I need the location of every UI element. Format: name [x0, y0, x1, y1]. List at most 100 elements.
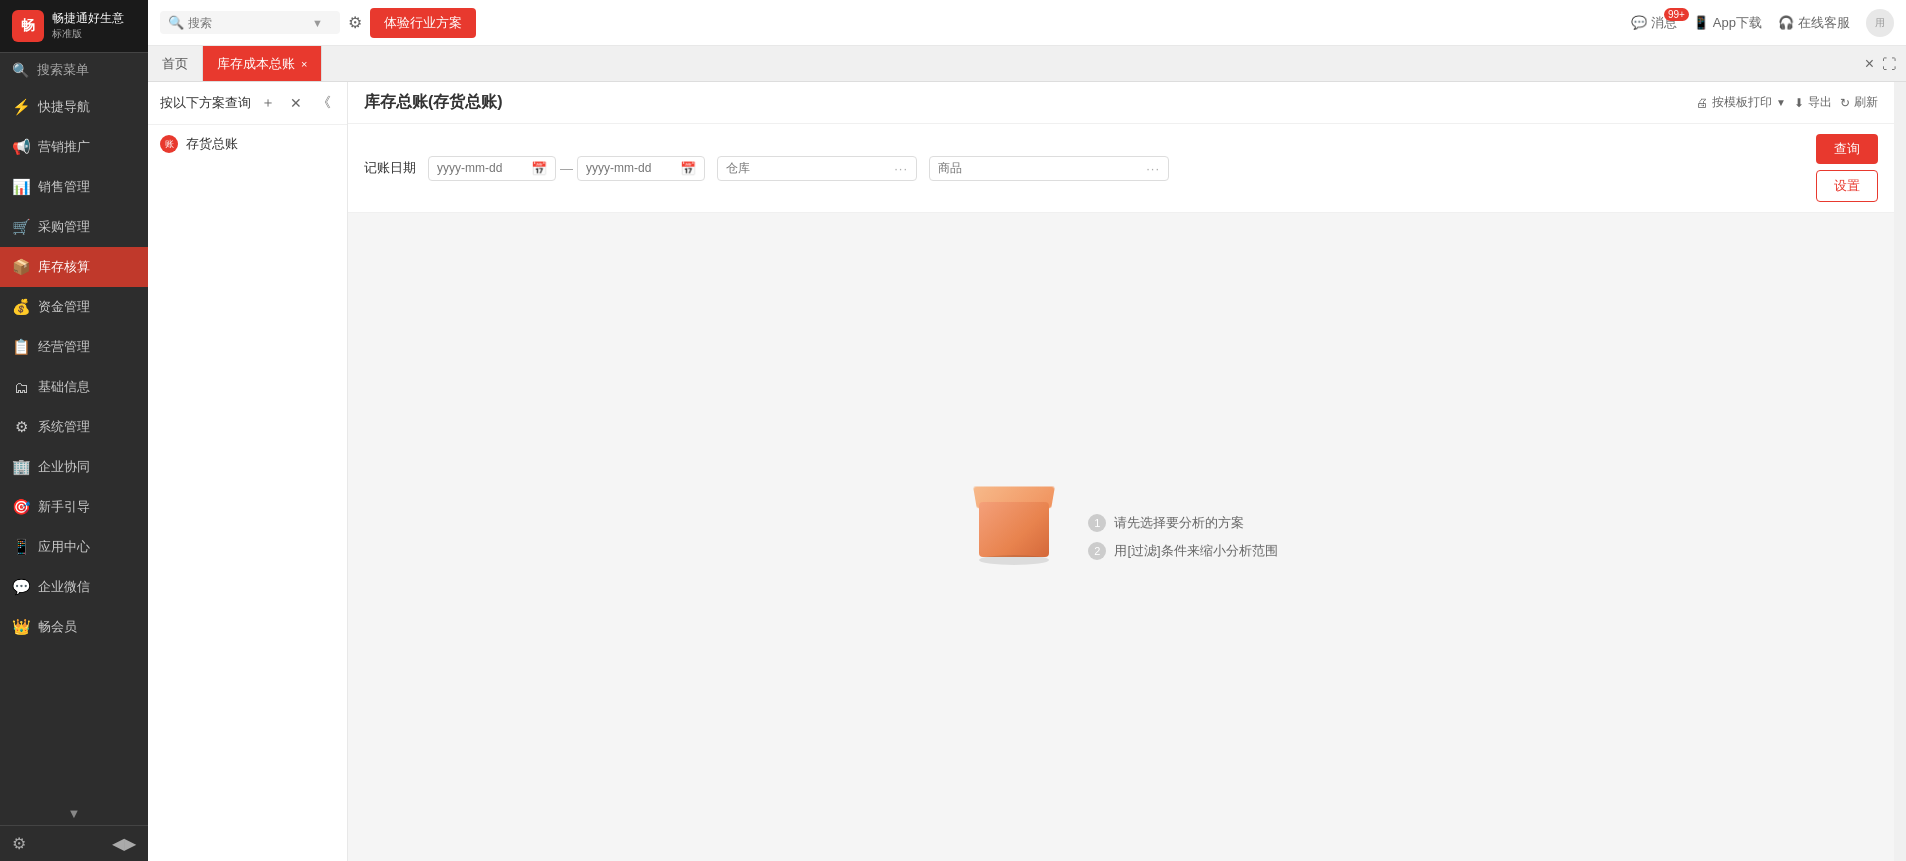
filter-item-inventory-ledger[interactable]: 账 存货总账 [148, 125, 347, 163]
industry-solution-button[interactable]: 体验行业方案 [370, 8, 476, 38]
topbar-search-input[interactable] [188, 16, 308, 30]
tab-controls: × ⛶ [1855, 46, 1906, 81]
warehouse-input[interactable] [726, 161, 890, 175]
online-service-label: 在线客服 [1798, 14, 1850, 32]
goods-input[interactable] [938, 161, 1142, 175]
basic-icon: 🗂 [12, 379, 30, 396]
page-title: 库存总账(存货总账) [364, 92, 503, 113]
tab-home-label: 首页 [162, 55, 188, 73]
date-end-input[interactable]: 📅 [577, 156, 705, 181]
sidebar-item-appstore[interactable]: 📱 应用中心 [0, 527, 148, 567]
shortcut-icon: ⚡ [12, 98, 30, 116]
date-range: 📅 — 📅 [428, 156, 705, 181]
empty-state: 1 请先选择要分析的方案 2 用[过滤]条件来缩小分析范围 [348, 213, 1894, 861]
sidebar-item-label: 新手引导 [38, 498, 90, 516]
empty-icon [964, 487, 1064, 587]
sidebar-scroll-down[interactable]: ▼ [0, 802, 148, 825]
warehouse-select[interactable]: ··· [717, 156, 917, 181]
date-start-input[interactable]: 📅 [428, 156, 556, 181]
sidebar-item-label: 资金管理 [38, 298, 90, 316]
sidebar-item-member[interactable]: 👑 畅会员 [0, 607, 148, 647]
topbar-search-area[interactable]: 🔍 ▼ [160, 11, 340, 34]
sidebar-item-enterprise[interactable]: 🏢 企业协同 [0, 447, 148, 487]
main-area: 🔍 ▼ ⚙ 体验行业方案 💬 消息 99+ 📱 App下载 🎧 在线客服 用 [148, 0, 1906, 861]
collapse-filter-button[interactable]: 《 [313, 92, 335, 114]
tab-close-icon[interactable]: × [301, 58, 307, 70]
date-separator: — [560, 161, 573, 176]
tab-home[interactable]: 首页 [148, 46, 203, 81]
sidebar-item-label: 采购管理 [38, 218, 90, 236]
sidebar-item-label: 库存核算 [38, 258, 90, 276]
sidebar-search-menu[interactable]: 🔍 搜索菜单 [0, 53, 148, 87]
sidebar-item-label: 快捷导航 [38, 98, 90, 116]
filter-panel-title: 按以下方案查询 [160, 94, 251, 112]
sidebar-item-wechat[interactable]: 💬 企业微信 [0, 567, 148, 607]
page-header: 库存总账(存货总账) 🖨 按模板打印 ▼ ⬇ 导出 ↻ 刷新 [348, 82, 1894, 124]
sidebar-item-label: 系统管理 [38, 418, 90, 436]
goods-select[interactable]: ··· [929, 156, 1169, 181]
calendar-start-icon[interactable]: 📅 [531, 161, 547, 176]
logo-subtitle: 标准版 [52, 27, 124, 41]
system-icon: ⚙ [12, 418, 30, 436]
warehouse-more-icon[interactable]: ··· [894, 161, 908, 176]
filter-item-icon: 账 [160, 135, 178, 153]
sidebar-item-system[interactable]: ⚙ 系统管理 [0, 407, 148, 447]
sidebar-item-marketing[interactable]: 📢 营销推广 [0, 127, 148, 167]
footer-collapse-icon[interactable]: ◀▶ [112, 834, 136, 853]
appstore-icon: 📱 [12, 538, 30, 556]
query-button[interactable]: 查询 [1816, 134, 1878, 164]
print-button[interactable]: 🖨 按模板打印 ▼ [1696, 94, 1786, 111]
sidebar-item-shortcut[interactable]: ⚡ 快捷导航 [0, 87, 148, 127]
sidebar-item-newbie[interactable]: 🎯 新手引导 [0, 487, 148, 527]
sidebar-item-basic[interactable]: 🗂 基础信息 [0, 367, 148, 407]
sidebar-item-label: 企业协同 [38, 458, 90, 476]
footer-settings-icon[interactable]: ⚙ [12, 834, 26, 853]
filter-panel-actions: ＋ ✕ 《 [257, 92, 335, 114]
sidebar-item-label: 基础信息 [38, 378, 90, 396]
refresh-button[interactable]: ↻ 刷新 [1840, 94, 1878, 111]
sidebar-search-label: 搜索菜单 [37, 61, 89, 79]
filter-panel: 按以下方案查询 ＋ ✕ 《 账 存货总账 [148, 82, 348, 861]
refresh-icon: ↻ [1840, 96, 1850, 110]
right-scrollbar [1894, 82, 1906, 861]
print-dropdown-icon[interactable]: ▼ [1776, 97, 1786, 108]
wechat-icon: 💬 [12, 578, 30, 596]
calendar-end-icon[interactable]: 📅 [680, 161, 696, 176]
sidebar-item-sales[interactable]: 📊 销售管理 [0, 167, 148, 207]
delete-filter-button[interactable]: ✕ [285, 92, 307, 114]
headset-icon: 🎧 [1778, 15, 1794, 30]
avatar[interactable]: 用 [1866, 9, 1894, 37]
tab-expand-icon[interactable]: ⛶ [1882, 56, 1896, 72]
empty-step-2: 2 用[过滤]条件来缩小分析范围 [1088, 542, 1277, 560]
sidebar-item-purchase[interactable]: 🛒 采购管理 [0, 207, 148, 247]
sidebar-item-finance[interactable]: 💰 资金管理 [0, 287, 148, 327]
goods-more-icon[interactable]: ··· [1146, 161, 1160, 176]
logo-icon: 畅 [12, 10, 44, 42]
main-panel: 库存总账(存货总账) 🖨 按模板打印 ▼ ⬇ 导出 ↻ 刷新 [348, 82, 1894, 861]
message-icon: 💬 [1631, 15, 1647, 30]
date-end-field[interactable] [586, 161, 676, 175]
settings-button[interactable]: 设置 [1816, 170, 1878, 202]
date-start-field[interactable] [437, 161, 527, 175]
topbar-right: 💬 消息 99+ 📱 App下载 🎧 在线客服 用 [1631, 9, 1894, 37]
settings-gear-icon[interactable]: ⚙ [348, 13, 362, 32]
sidebar-item-label: 应用中心 [38, 538, 90, 556]
search-icon: 🔍 [12, 62, 29, 78]
sidebar-item-label: 营销推广 [38, 138, 90, 156]
sidebar-logo: 畅 畅捷通好生意 标准版 [0, 0, 148, 53]
sidebar-item-label: 企业微信 [38, 578, 90, 596]
sidebar-item-inventory[interactable]: 📦 库存核算 [0, 247, 148, 287]
messages-button[interactable]: 💬 消息 99+ [1631, 14, 1677, 32]
tab-close-panel-icon[interactable]: × [1865, 55, 1874, 73]
app-download-button[interactable]: 📱 App下载 [1693, 14, 1762, 32]
member-icon: 👑 [12, 618, 30, 636]
sidebar-item-operations[interactable]: 📋 经营管理 [0, 327, 148, 367]
tabbar: 首页 库存成本总账 × × ⛶ [148, 46, 1906, 82]
sidebar-nav: ⚡ 快捷导航 📢 营销推广 📊 销售管理 🛒 采购管理 📦 库存核算 💰 资金管… [0, 87, 148, 802]
online-service-button[interactable]: 🎧 在线客服 [1778, 14, 1850, 32]
print-icon: 🖨 [1696, 96, 1708, 110]
export-button[interactable]: ⬇ 导出 [1794, 94, 1832, 111]
tab-inventory-ledger[interactable]: 库存成本总账 × [203, 46, 322, 81]
export-label: 导出 [1808, 94, 1832, 111]
add-filter-button[interactable]: ＋ [257, 92, 279, 114]
